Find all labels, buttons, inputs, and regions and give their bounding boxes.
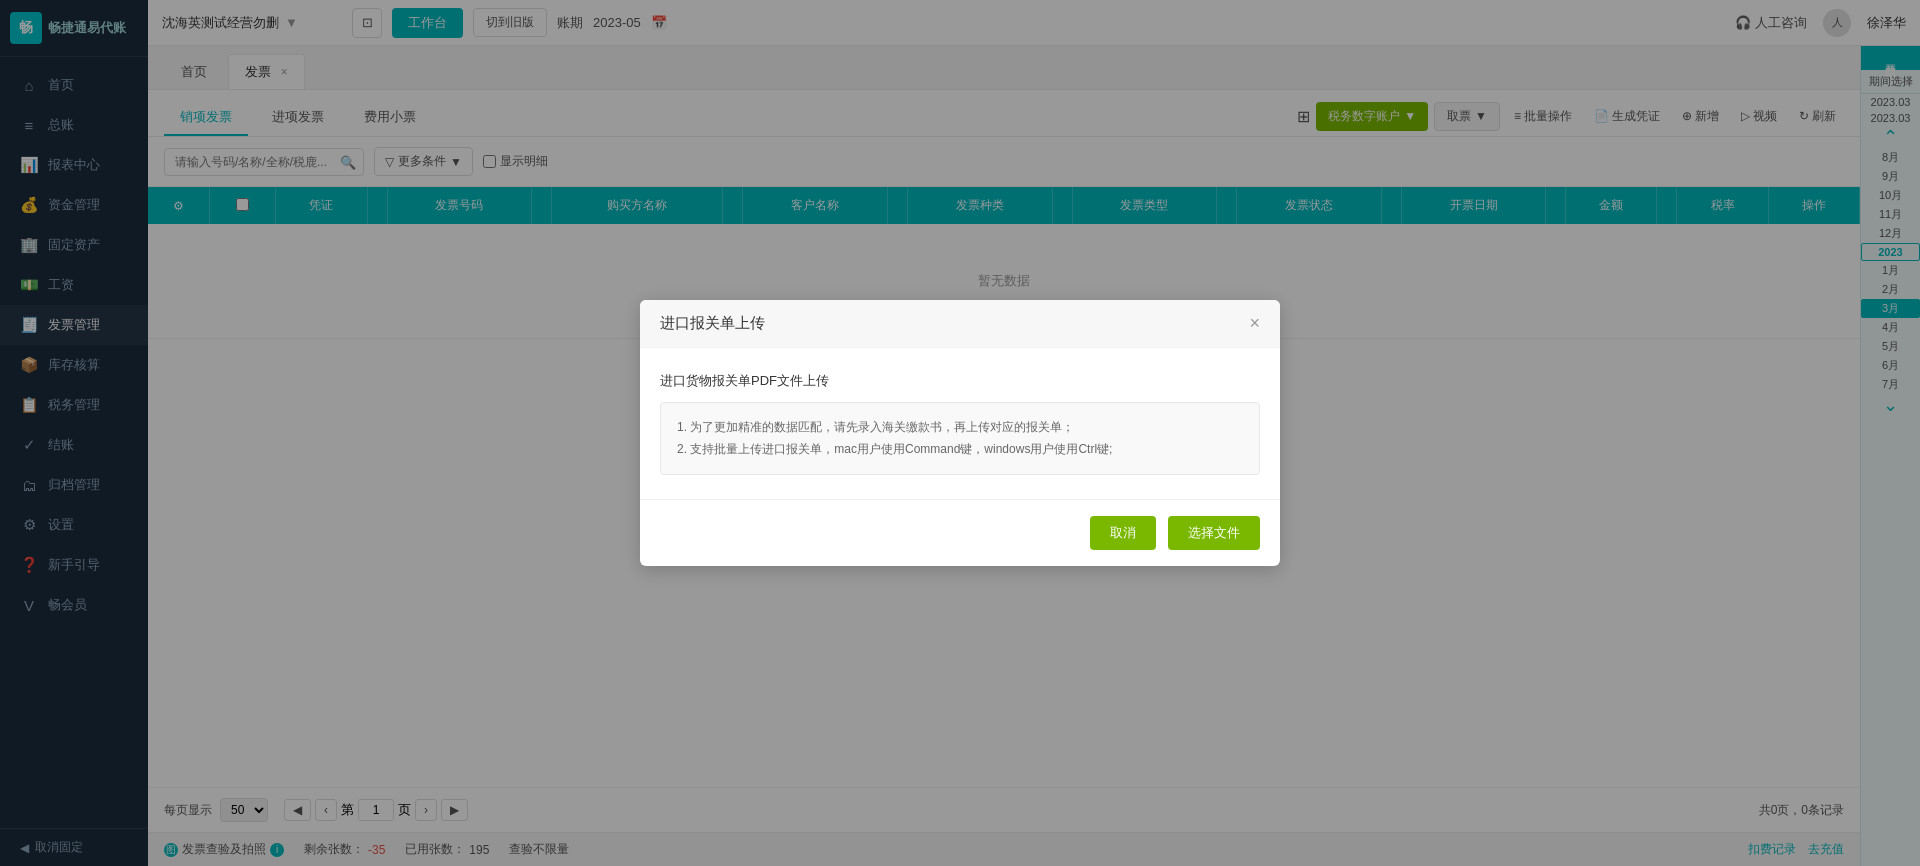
dialog-body: 进口货物报关单PDF文件上传 1. 为了更加精准的数据匹配，请先录入海关缴款书，… (640, 348, 1280, 499)
dialog-overlay: 进口报关单上传 × 进口货物报关单PDF文件上传 1. 为了更加精准的数据匹配，… (0, 0, 1920, 866)
dialog-info-item-2: 2. 支持批量上传进口报关单，mac用户使用Command键，windows用户… (677, 439, 1243, 461)
import-customs-dialog: 进口报关单上传 × 进口货物报关单PDF文件上传 1. 为了更加精准的数据匹配，… (640, 300, 1280, 566)
dialog-info-item-1: 1. 为了更加精准的数据匹配，请先录入海关缴款书，再上传对应的报关单； (677, 417, 1243, 439)
dialog-info-box: 1. 为了更加精准的数据匹配，请先录入海关缴款书，再上传对应的报关单； 2. 支… (660, 402, 1260, 475)
dialog-header: 进口报关单上传 × (640, 300, 1280, 348)
dialog-footer: 取消 选择文件 (640, 499, 1280, 566)
dialog-title: 进口报关单上传 (660, 314, 765, 333)
dialog-section-title: 进口货物报关单PDF文件上传 (660, 372, 1260, 390)
dialog-close-button[interactable]: × (1249, 314, 1260, 332)
dialog-select-file-button[interactable]: 选择文件 (1168, 516, 1260, 550)
dialog-cancel-button[interactable]: 取消 (1090, 516, 1156, 550)
